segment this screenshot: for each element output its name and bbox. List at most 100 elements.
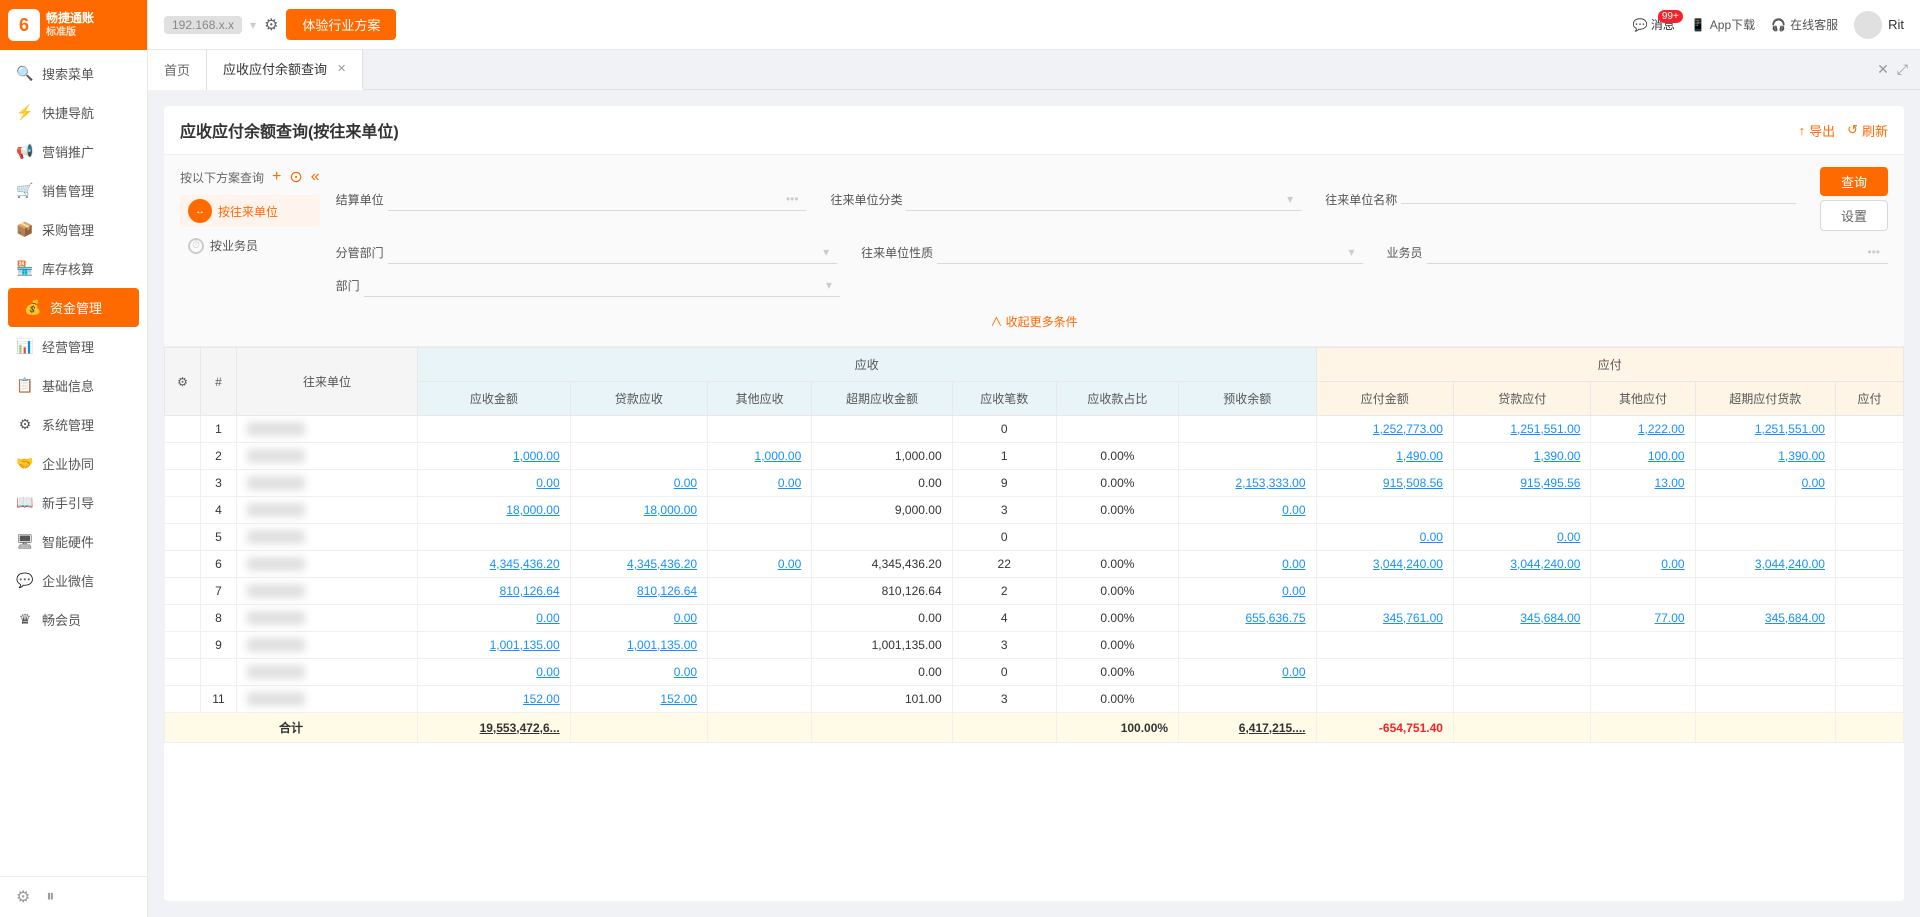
row-loan-receivable[interactable]: 152.00 [570, 686, 707, 713]
row-loan-payable[interactable]: 1,390.00 [1453, 443, 1590, 470]
row-prepaid-balance[interactable]: 0.00 [1179, 497, 1316, 524]
footer-prepaid-balance[interactable]: 6,417,215.... [1179, 713, 1316, 743]
row-receivable-amount[interactable]: 1,000.00 [418, 443, 571, 470]
row-other-payable[interactable]: 77.00 [1591, 605, 1695, 632]
sidebar-item-member[interactable]: ♛ 畅会员 [0, 600, 147, 639]
row-overdue-payable[interactable]: 1,390.00 [1695, 443, 1835, 470]
row-receivable-amount[interactable]: 0.00 [418, 605, 571, 632]
sidebar-item-basic-info[interactable]: 📋 基础信息 [0, 366, 147, 405]
row-prepaid-balance[interactable]: 2,153,333.00 [1179, 470, 1316, 497]
query-button[interactable]: 查询 [1820, 167, 1888, 196]
sidebar-item-cooperation[interactable]: 🤝 企业协同 [0, 444, 147, 483]
row-receivable-amount[interactable]: 0.00 [418, 659, 571, 686]
row-overdue-payable[interactable]: 0.00 [1695, 470, 1835, 497]
tab-home[interactable]: 首页 [148, 50, 207, 90]
row-loan-receivable[interactable]: 0.00 [570, 605, 707, 632]
row-receivable-amount[interactable]: 810,126.64 [418, 578, 571, 605]
row-loan-payable[interactable]: 915,495.56 [1453, 470, 1590, 497]
expand-window-icon[interactable]: ⤢ [1897, 61, 1908, 78]
row-loan-receivable[interactable]: 0.00 [570, 470, 707, 497]
sidebar-item-guide[interactable]: 📖 新手引导 [0, 483, 147, 522]
row-receivable-amount[interactable]: 4,345,436.20 [418, 551, 571, 578]
setting-button[interactable]: 设置 [1820, 200, 1888, 231]
row-loan-receivable[interactable]: 4,345,436.20 [570, 551, 707, 578]
tab-close-icon[interactable]: ✕ [337, 62, 346, 75]
sidebar-item-finance[interactable]: 💰 资金管理 [8, 288, 139, 327]
row-receivable-amount[interactable]: 0.00 [418, 470, 571, 497]
industry-solution-button[interactable]: 体验行业方案 [286, 9, 396, 40]
query-by-partner[interactable]: ↔ 按往来单位 [180, 195, 320, 227]
refresh-button[interactable]: ↺ 刷新 [1847, 121, 1888, 140]
row-other-payable[interactable]: 0.00 [1591, 551, 1695, 578]
sidebar-item-shortcut[interactable]: ⚡ 快捷导航 [0, 93, 147, 132]
sidebar-item-wechat[interactable]: 💬 企业微信 [0, 561, 147, 600]
online-service-area[interactable]: 🎧 在线客服 [1771, 16, 1838, 33]
row-other-payable[interactable]: 13.00 [1591, 470, 1695, 497]
row-receivable-amount[interactable]: 152.00 [418, 686, 571, 713]
row-payable-amount[interactable]: 1,490.00 [1316, 443, 1453, 470]
query-by-salesperson[interactable]: ⏱ 按业务员 [180, 233, 320, 258]
row-loan-receivable[interactable]: 18,000.00 [570, 497, 707, 524]
partner-nature-input[interactable]: ▾ [937, 241, 1362, 264]
collapse-more-button[interactable]: ∧ 收起更多条件 [180, 309, 1888, 334]
sidebar-item-hardware[interactable]: 🖥 智能硬件 [0, 522, 147, 561]
settings-bottom-icon[interactable]: ⚙ [16, 887, 30, 907]
row-receivable-amount[interactable]: 18,000.00 [418, 497, 571, 524]
row-prepaid-balance[interactable]: 0.00 [1179, 659, 1316, 686]
footer-overdue-receivable [812, 713, 952, 743]
filter-collapse-icon[interactable]: « [311, 168, 320, 186]
row-payable-amount[interactable]: 1,252,773.00 [1316, 416, 1453, 443]
footer-receivable-amount[interactable]: 19,553,472,6... [418, 713, 571, 743]
export-button[interactable]: ↑ 导出 [1799, 121, 1836, 140]
row-payable-amount[interactable]: 3,044,240.00 [1316, 551, 1453, 578]
close-window-icon[interactable]: ✕ [1877, 61, 1889, 78]
department-input[interactable]: ▾ [364, 274, 840, 297]
user-area[interactable]: Rit [1854, 11, 1904, 39]
row-other-payable[interactable]: 1,222.00 [1591, 416, 1695, 443]
collapse-icon[interactable]: ⏸ [46, 888, 54, 906]
row-loan-payable[interactable]: 0.00 [1453, 524, 1590, 551]
tab-receivable-query[interactable]: 应收应付余额查询 ✕ [207, 50, 363, 90]
col-settings-header[interactable]: ⚙ [165, 348, 201, 416]
row-prepaid-balance[interactable]: 655,636.75 [1179, 605, 1316, 632]
row-other-payable[interactable]: 100.00 [1591, 443, 1695, 470]
sidebar-item-purchase[interactable]: 📦 采购管理 [0, 210, 147, 249]
row-payable-amount[interactable]: 345,761.00 [1316, 605, 1453, 632]
dept-input[interactable]: ▾ [388, 241, 837, 264]
sidebar-item-system[interactable]: ⚙ 系统管理 [0, 405, 147, 444]
row-other-receivable[interactable]: 1,000.00 [708, 443, 812, 470]
row-loan-receivable[interactable]: 1,001,135.00 [570, 632, 707, 659]
message-area[interactable]: 💬 消息 99+ [1633, 16, 1675, 33]
table-settings-icon[interactable]: ⚙ [177, 375, 188, 389]
row-loan-payable[interactable]: 345,684.00 [1453, 605, 1590, 632]
row-loan-receivable[interactable]: 0.00 [570, 659, 707, 686]
sidebar-item-inventory[interactable]: 🏪 库存核算 [0, 249, 147, 288]
gear-icon[interactable]: ⚙ [264, 15, 278, 35]
filter-settings-icon[interactable]: ⊙ [289, 167, 302, 187]
salesperson-radio: ⏱ [188, 238, 204, 254]
row-loan-receivable[interactable]: 810,126.64 [570, 578, 707, 605]
partner-category-input[interactable]: ▾ [906, 188, 1301, 211]
salesperson-input[interactable]: ••• [1427, 241, 1888, 264]
row-loan-payable[interactable]: 1,251,551.00 [1453, 416, 1590, 443]
settlement-unit-input[interactable]: ••• [388, 188, 807, 211]
row-overdue-payable[interactable]: 3,044,240.00 [1695, 551, 1835, 578]
row-receivable-amount[interactable]: 1,001,135.00 [418, 632, 571, 659]
row-payable-amount[interactable]: 0.00 [1316, 524, 1453, 551]
row-prepaid-balance[interactable]: 0.00 [1179, 578, 1316, 605]
row-other-receivable[interactable]: 0.00 [708, 470, 812, 497]
sidebar-item-management[interactable]: 📊 经营管理 [0, 327, 147, 366]
app-download-area[interactable]: 📱 App下载 [1691, 16, 1755, 33]
add-filter-icon[interactable]: + [272, 168, 281, 186]
row-other-receivable[interactable]: 0.00 [708, 551, 812, 578]
partner-name-input[interactable] [1401, 195, 1796, 204]
sidebar-item-sales[interactable]: 🛒 销售管理 [0, 171, 147, 210]
row-payable-amount[interactable]: 915,508.56 [1316, 470, 1453, 497]
row-receivable-count: 2 [952, 578, 1056, 605]
row-loan-payable[interactable]: 3,044,240.00 [1453, 551, 1590, 578]
row-overdue-payable[interactable]: 1,251,551.00 [1695, 416, 1835, 443]
row-overdue-payable[interactable]: 345,684.00 [1695, 605, 1835, 632]
row-prepaid-balance[interactable]: 0.00 [1179, 551, 1316, 578]
sidebar-item-marketing[interactable]: 📢 营销推广 [0, 132, 147, 171]
sidebar-item-search[interactable]: 🔍 搜索菜单 [0, 54, 147, 93]
